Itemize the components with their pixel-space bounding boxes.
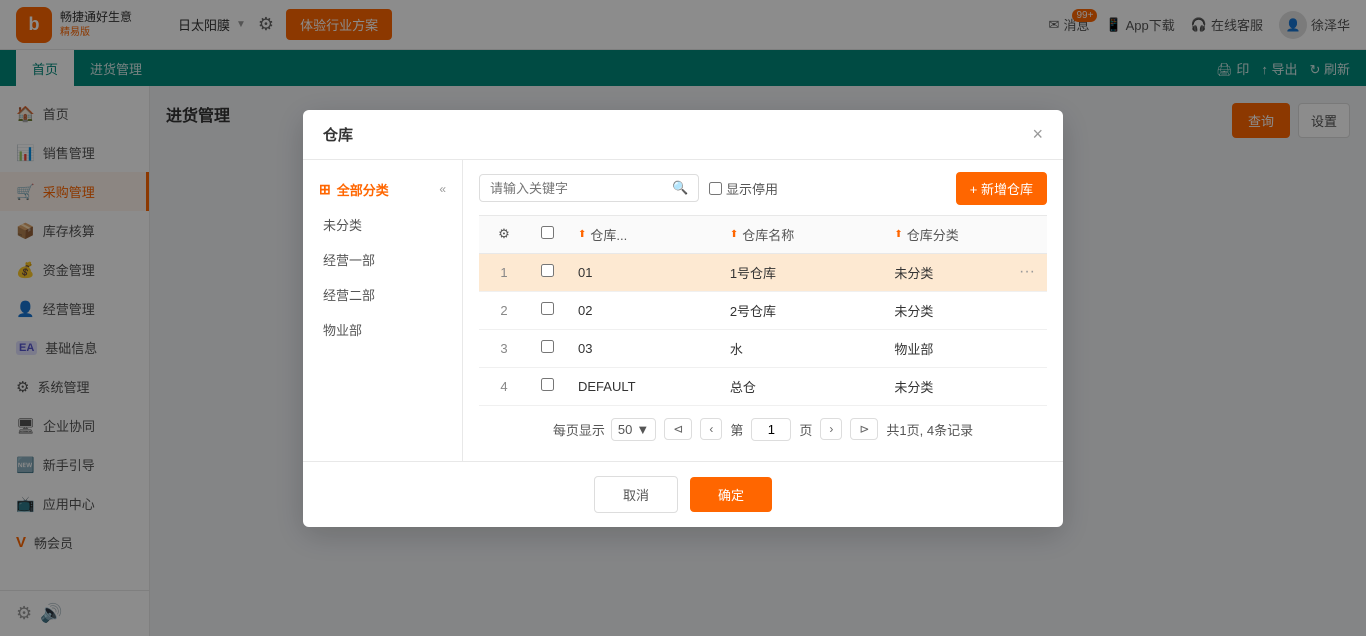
td-category: 未分类 [882, 367, 1047, 405]
td-category: 未分类 [882, 291, 1047, 329]
select-all-checkbox[interactable] [541, 226, 554, 239]
sort-icon: ⬆ [578, 229, 586, 240]
table-header-row: ⚙ ⬆ 仓库... [479, 215, 1047, 253]
settings-icon-th[interactable]: ⚙ [498, 226, 510, 241]
td-code: 03 [566, 329, 718, 367]
pagination: 每页显示 50 ▼ ⊲ ‹ 第 页 › ⊳ 共1页, 4条记录 [479, 406, 1047, 449]
new-warehouse-button[interactable]: + 新增仓库 [956, 172, 1047, 205]
modal-cat-dept2[interactable]: 经营二部 [303, 277, 462, 312]
modal-close-button[interactable]: × [1032, 125, 1043, 143]
modal-title: 仓库 [323, 124, 353, 145]
table-body: 1 01 1号仓库 未分类 ··· [479, 253, 1047, 405]
more-icon[interactable]: ··· [1019, 263, 1035, 281]
td-category: 未分类 ··· [882, 253, 1047, 291]
td-name: 总仓 [718, 367, 883, 405]
warehouse-modal: 仓库 × ⊞ 全部分类 « 未分类 经营一部 经营二部 [303, 110, 1063, 527]
first-page-button[interactable]: ⊲ [664, 418, 692, 440]
search-box: 🔍 [479, 174, 699, 202]
confirm-button[interactable]: 确定 [690, 477, 772, 512]
th-category: ⬆ 仓库分类 [882, 215, 1047, 253]
search-input[interactable] [490, 181, 666, 196]
th-index: ⚙ [479, 215, 529, 253]
td-name: 1号仓库 [718, 253, 883, 291]
sort-icon-name: ⬆ [730, 229, 738, 240]
modal-cat-unclassified[interactable]: 未分类 [303, 207, 462, 242]
show-disabled-label[interactable]: 显示停用 [709, 179, 778, 198]
td-name: 水 [718, 329, 883, 367]
td-code: 01 [566, 253, 718, 291]
td-index: 3 [479, 329, 529, 367]
row-checkbox-2[interactable] [541, 302, 554, 315]
td-checkbox [529, 291, 566, 329]
collapse-button[interactable]: « [439, 182, 446, 196]
td-checkbox [529, 329, 566, 367]
row-checkbox-3[interactable] [541, 340, 554, 353]
td-code: 02 [566, 291, 718, 329]
modal-toolbar: 🔍 显示停用 + 新增仓库 [479, 172, 1047, 205]
modal-sidebar-header[interactable]: ⊞ 全部分类 « [303, 172, 462, 207]
td-code: DEFAULT [566, 367, 718, 405]
modal-sidebar: ⊞ 全部分类 « 未分类 经营一部 经营二部 物业部 [303, 160, 463, 461]
last-page-button[interactable]: ⊳ [850, 418, 878, 440]
td-checkbox [529, 367, 566, 405]
per-page-selector[interactable]: 50 ▼ [611, 418, 656, 441]
th-name: ⬆ 仓库名称 [718, 215, 883, 253]
modal-header: 仓库 × [303, 110, 1063, 160]
grid-icon: ⊞ [319, 181, 331, 198]
th-code: ⬆ 仓库... [566, 215, 718, 253]
td-name: 2号仓库 [718, 291, 883, 329]
show-disabled-checkbox[interactable] [709, 182, 722, 195]
table-row[interactable]: 1 01 1号仓库 未分类 ··· [479, 253, 1047, 291]
modal-cat-dept1[interactable]: 经营一部 [303, 242, 462, 277]
td-index: 4 [479, 367, 529, 405]
row-checkbox-4[interactable] [541, 378, 554, 391]
sort-icon-cat: ⬆ [894, 229, 902, 240]
modal-overlay: 仓库 × ⊞ 全部分类 « 未分类 经营一部 经营二部 [0, 0, 1366, 636]
table-row[interactable]: 3 03 水 物业部 [479, 329, 1047, 367]
modal-footer: 取消 确定 [303, 461, 1063, 527]
td-index: 1 [479, 253, 529, 291]
warehouse-table: ⚙ ⬆ 仓库... [479, 215, 1047, 406]
th-checkbox [529, 215, 566, 253]
modal-body: ⊞ 全部分类 « 未分类 经营一部 经营二部 物业部 [303, 160, 1063, 461]
table-row[interactable]: 2 02 2号仓库 未分类 [479, 291, 1047, 329]
row-checkbox-1[interactable] [541, 264, 554, 277]
cancel-button[interactable]: 取消 [594, 476, 678, 513]
page-size-select: 每页显示 50 ▼ [553, 418, 656, 441]
td-checkbox [529, 253, 566, 291]
prev-page-button[interactable]: ‹ [700, 418, 722, 440]
modal-cat-property[interactable]: 物业部 [303, 312, 462, 347]
search-icon: 🔍 [672, 180, 688, 196]
chevron-down-icon: ▼ [636, 422, 649, 437]
page-number-input[interactable] [751, 418, 791, 441]
table-head: ⚙ ⬆ 仓库... [479, 215, 1047, 253]
table-row[interactable]: 4 DEFAULT 总仓 未分类 [479, 367, 1047, 405]
td-category: 物业部 [882, 329, 1047, 367]
table-wrap: ⚙ ⬆ 仓库... [479, 215, 1047, 406]
td-index: 2 [479, 291, 529, 329]
next-page-button[interactable]: › [820, 418, 842, 440]
modal-content-area: 🔍 显示停用 + 新增仓库 ⚙ [463, 160, 1063, 461]
